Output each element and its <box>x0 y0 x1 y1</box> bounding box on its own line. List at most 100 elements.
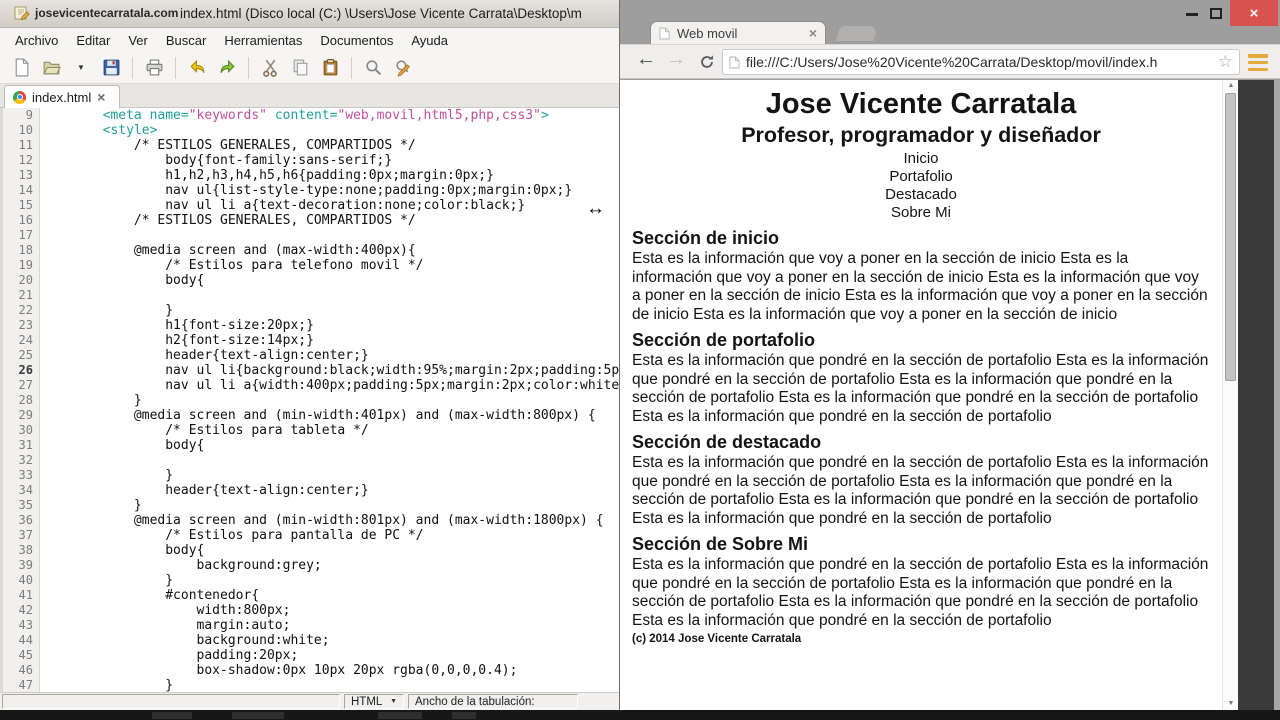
back-button[interactable]: ← <box>636 48 656 71</box>
watermark: josevicentecarratala.com <box>14 5 178 21</box>
code-line[interactable]: header{text-align:center;} <box>40 348 619 363</box>
new-file-icon[interactable] <box>8 55 34 81</box>
code-line[interactable]: width:800px; <box>40 603 619 618</box>
find-icon[interactable] <box>360 55 386 81</box>
taskbar-button[interactable] <box>452 712 476 719</box>
code-line[interactable] <box>40 288 619 303</box>
open-dropdown-icon[interactable]: ▼ <box>68 55 94 81</box>
replace-icon[interactable] <box>390 55 416 81</box>
code-line[interactable]: body{ <box>40 273 619 288</box>
code-line[interactable]: } <box>40 678 619 692</box>
taskbar-button[interactable] <box>152 712 192 719</box>
line-number: 10 <box>18 123 33 137</box>
tab-width-control[interactable]: Ancho de la tabulación: <box>408 694 578 709</box>
code-editor[interactable]: 9 10 11 12 13 14 15 16 17 18 19 20 21 22 23 24 25 26 27 28 2… <box>0 108 619 692</box>
chrome-menu-icon[interactable] <box>1248 54 1268 71</box>
menu-archivo[interactable]: Archivo <box>6 30 67 51</box>
code-line[interactable]: margin:auto; <box>40 618 619 633</box>
code-line[interactable]: } <box>40 303 619 318</box>
editor-window: josevicentecarratala.com index.html (Dis… <box>0 0 620 710</box>
line-number: 16 <box>18 213 33 227</box>
code-line[interactable]: } <box>40 573 619 588</box>
tab-close-icon[interactable]: × <box>97 90 105 104</box>
code-line[interactable]: /* ESTILOS GENERALES, COMPARTIDOS */ <box>40 213 619 228</box>
nav-link-destacado[interactable]: Destacado <box>632 186 1210 204</box>
code-line[interactable]: body{ <box>40 543 619 558</box>
taskbar-button[interactable] <box>378 712 422 719</box>
code-line[interactable]: } <box>40 468 619 483</box>
status-message <box>2 694 340 709</box>
code-line[interactable]: @media screen and (min-width:801px) and … <box>40 513 619 528</box>
menu-ayuda[interactable]: Ayuda <box>402 30 457 51</box>
code-line[interactable]: box-shadow:0px 10px 20px rgba(0,0,0,0.4)… <box>40 663 619 678</box>
code-line[interactable]: body{font-family:sans-serif;} <box>40 153 619 168</box>
open-file-icon[interactable] <box>38 55 64 81</box>
html-file-icon <box>13 90 26 104</box>
code-line[interactable]: h1,h2,h3,h4,h5,h6{padding:0px;margin:0px… <box>40 168 619 183</box>
code-line[interactable]: } <box>40 393 619 408</box>
code-line[interactable]: body{ <box>40 438 619 453</box>
code-line[interactable] <box>40 453 619 468</box>
code-line[interactable]: /* Estilos para pantalla de PC */ <box>40 528 619 543</box>
redo-icon[interactable] <box>214 55 240 81</box>
print-icon[interactable] <box>141 55 167 81</box>
browser-tab[interactable]: Web movil × <box>650 21 826 44</box>
code-line[interactable]: /* Estilos para tableta */ <box>40 423 619 438</box>
menu-documentos[interactable]: Documentos <box>311 30 402 51</box>
menu-buscar[interactable]: Buscar <box>157 30 215 51</box>
tab-close-icon[interactable]: × <box>809 25 817 41</box>
forward-button: → <box>666 48 686 70</box>
code-line[interactable]: padding:20px; <box>40 648 619 663</box>
scroll-up-icon[interactable]: ▲ <box>1223 80 1239 92</box>
code-line[interactable]: nav ul li a{text-decoration:none;color:b… <box>40 198 619 213</box>
language-mode-dropdown[interactable]: HTML ▼ <box>344 694 404 709</box>
maximize-button[interactable] <box>1210 8 1222 19</box>
nav-link-sobre-mi[interactable]: Sobre Mi <box>632 204 1210 222</box>
line-number: 35 <box>18 498 33 512</box>
code-line[interactable]: h1{font-size:20px;} <box>40 318 619 333</box>
code-line[interactable]: /* ESTILOS GENERALES, COMPARTIDOS */ <box>40 138 619 153</box>
page-nav: Inicio Portafolio Destacado Sobre Mi <box>632 150 1210 222</box>
code-line[interactable]: background:grey; <box>40 558 619 573</box>
code-line[interactable] <box>40 228 619 243</box>
code-lines[interactable]: <meta name="keywords" content="web,movil… <box>40 108 619 692</box>
menu-herramientas[interactable]: Herramientas <box>215 30 311 51</box>
taskbar <box>0 710 1280 720</box>
code-line[interactable]: nav ul li{background:black;width:95%;mar… <box>40 363 619 378</box>
menu-ver[interactable]: Ver <box>119 30 157 51</box>
code-line[interactable]: h2{font-size:14px;} <box>40 333 619 348</box>
nav-link-portafolio[interactable]: Portafolio <box>632 168 1210 186</box>
bookmark-star-icon[interactable]: ☆ <box>1218 52 1233 72</box>
code-line[interactable]: nav ul{list-style-type:none;padding:0px;… <box>40 183 619 198</box>
scrollbar[interactable]: ▲ ▼ <box>1222 80 1238 710</box>
code-line[interactable]: #contenedor{ <box>40 588 619 603</box>
close-button[interactable]: × <box>1230 0 1278 26</box>
save-icon[interactable] <box>98 55 124 81</box>
code-line[interactable]: background:white; <box>40 633 619 648</box>
code-line[interactable]: header{text-align:center;} <box>40 483 619 498</box>
code-line[interactable]: nav ul li a{width:400px;padding:5px;marg… <box>40 378 619 393</box>
tab-index-html[interactable]: index.html × <box>4 85 120 108</box>
minimize-button[interactable] <box>1186 13 1198 16</box>
code-line[interactable]: } <box>40 498 619 513</box>
code-line[interactable]: /* Estilos para telefono movil */ <box>40 258 619 273</box>
code-line[interactable]: <meta name="keywords" content="web,movil… <box>40 108 619 123</box>
cut-icon[interactable] <box>257 55 283 81</box>
line-number: 46 <box>18 663 33 677</box>
reload-button[interactable] <box>698 53 716 71</box>
scroll-down-icon[interactable]: ▼ <box>1223 698 1239 710</box>
undo-icon[interactable] <box>184 55 210 81</box>
browser-toolbar: ← → file:///C:/Users/Jose%20Vicente%20Ca… <box>620 44 1280 79</box>
line-number: 45 <box>18 648 33 662</box>
code-line[interactable]: @media screen and (min-width:401px) and … <box>40 408 619 423</box>
scrollbar-thumb[interactable] <box>1225 93 1236 381</box>
code-line[interactable]: <style> <box>40 123 619 138</box>
new-tab-button[interactable] <box>835 26 879 41</box>
address-bar[interactable]: file:///C:/Users/Jose%20Vicente%20Carrat… <box>722 49 1240 75</box>
paste-icon[interactable] <box>317 55 343 81</box>
taskbar-button[interactable] <box>232 712 284 719</box>
code-line[interactable]: @media screen and (max-width:400px){ <box>40 243 619 258</box>
menu-editar[interactable]: Editar <box>67 30 119 51</box>
copy-icon[interactable] <box>287 55 313 81</box>
nav-link-inicio[interactable]: Inicio <box>632 150 1210 168</box>
